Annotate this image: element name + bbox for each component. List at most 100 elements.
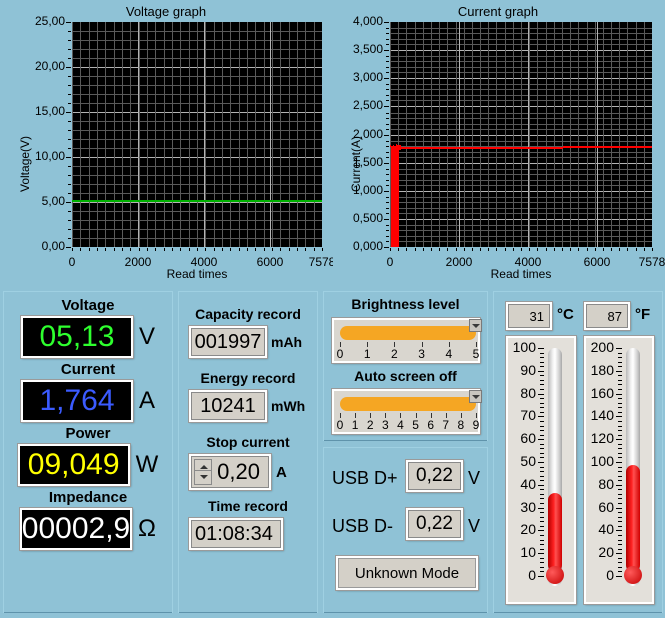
y-axis-tick [66, 22, 71, 23]
current-graph-panel: Current graph Current(A) Read times 0,00… [333, 2, 665, 285]
x-axis-minor-tick [619, 248, 620, 251]
thermometer-minor-tick [540, 475, 544, 477]
thermometer-tick [616, 393, 622, 395]
stop-current-unit: A [276, 464, 287, 481]
time-record-field[interactable]: 01:08:34 [188, 517, 284, 551]
x-axis-minor-tick [130, 248, 131, 251]
thermometer-minor-tick [618, 480, 622, 482]
y-axis-minor-tick [386, 224, 389, 226]
series-segment [396, 144, 399, 247]
thermometer-minor-tick [540, 557, 544, 559]
y-axis-minor-tick [386, 207, 389, 209]
thermometer-minor-tick [540, 480, 544, 482]
thermometer-tick [538, 416, 544, 418]
stop-current-decrement-button[interactable] [194, 470, 212, 485]
x-axis-tick-label: 0 [386, 255, 394, 269]
usb-dplus-value: 0,22 [416, 465, 453, 486]
time-record-label: Time record [208, 498, 288, 514]
thermometer-minor-tick [618, 402, 622, 404]
thermometer-tick-label: 70 [520, 407, 536, 424]
screen-settings-panel: Brightness level 012345 Auto screen off … [323, 291, 488, 441]
brightness-slider[interactable]: 0 1 2 3 4 5 [331, 317, 482, 364]
gridline-vertical-minor [230, 22, 231, 247]
y-axis-minor-tick [386, 44, 389, 46]
thermometer-minor-tick [618, 448, 622, 450]
thermometer-minor-tick [618, 384, 622, 386]
gridline-vertical-minor [480, 22, 481, 247]
stop-current-spinbox[interactable]: 0,20 [188, 453, 272, 491]
series-segment [302, 199, 322, 202]
gridline-vertical-minor [172, 22, 173, 247]
thermometer-minor-tick [618, 434, 622, 436]
thermometer-minor-tick [618, 411, 622, 413]
slider-tick-label: 1 [363, 347, 371, 361]
thermometer-minor-tick [618, 548, 622, 550]
y-axis-tick-label: 20,00 [34, 59, 65, 73]
thermometer-tick-label: 10 [520, 544, 536, 561]
gridline-vertical-minor [570, 22, 571, 247]
gridline-vertical-minor [627, 22, 628, 247]
gridline-vertical-minor [529, 22, 530, 247]
gridline-vertical-minor [406, 22, 407, 247]
x-axis-minor-tick [423, 248, 424, 251]
thermometer-minor-tick [540, 384, 544, 386]
slider-thumb[interactable] [469, 319, 482, 332]
series-segment [236, 199, 270, 202]
x-axis-minor-tick [205, 248, 206, 251]
x-axis-minor-tick [305, 248, 306, 251]
x-axis-minor-tick [72, 248, 73, 251]
x-axis-minor-tick [314, 248, 315, 251]
thermometer-tick [538, 484, 544, 486]
gridline-vertical-minor [130, 22, 131, 247]
capacity-record-field[interactable]: 001997 [188, 325, 268, 359]
capacity-record-label: Capacity record [195, 306, 301, 322]
thermometer-tick-label: 30 [520, 498, 536, 515]
power-readout: 09,049 [16, 443, 131, 487]
auto-screen-off-slider[interactable]: 0123456789 [331, 388, 482, 435]
x-axis-minor-tick [570, 248, 571, 251]
y-axis-minor-tick [68, 121, 71, 122]
gridline-vertical-minor [554, 22, 555, 247]
thermometer-tick-label: 40 [520, 475, 536, 492]
thermometer-tick [616, 484, 622, 486]
thermometer-minor-tick [618, 566, 622, 568]
thermometer-minor-tick [618, 375, 622, 377]
thermometer-tick-label: 0 [528, 567, 536, 583]
y-axis-tick [66, 157, 71, 158]
gridline-vertical-minor [155, 22, 156, 247]
thermometer-minor-tick [540, 407, 544, 409]
celsius-unit-label: °C [557, 306, 574, 323]
x-axis-minor-tick [97, 248, 98, 251]
y-axis-minor-tick [386, 151, 389, 153]
thermometer-tick-label: 20 [598, 544, 614, 561]
x-axis-minor-tick [322, 248, 323, 251]
thermometer-bulb [546, 566, 564, 584]
thermometer-minor-tick [540, 448, 544, 450]
slider-tick-label: 2 [391, 347, 398, 361]
thermometer-minor-tick [618, 398, 622, 400]
thermometer-minor-tick [618, 466, 622, 468]
x-axis-minor-tick [122, 248, 123, 251]
thermometer-minor-tick [540, 366, 544, 368]
thermometer-minor-tick [540, 457, 544, 459]
y-axis-tick-label: 1,500 [352, 155, 383, 169]
y-axis-tick [66, 202, 71, 203]
series-segment [528, 146, 563, 149]
energy-record-field[interactable]: 10241 [188, 389, 268, 423]
gridline-vertical-minor [147, 22, 148, 247]
x-axis-minor-tick [406, 248, 407, 251]
y-axis-minor-tick [386, 33, 389, 35]
slider-thumb[interactable] [469, 390, 482, 403]
usb-mode-button[interactable]: Unknown Mode [335, 555, 479, 591]
thermometer-tick-label: 60 [598, 498, 614, 515]
y-axis-minor-tick [386, 179, 389, 181]
impedance-readout-unit: Ω [138, 514, 156, 542]
y-axis-minor-tick [386, 241, 389, 243]
y-axis-tick-label: 15,00 [34, 104, 65, 118]
gridline-vertical [597, 22, 598, 247]
x-axis-minor-tick [164, 248, 165, 251]
stop-current-stepper[interactable] [194, 459, 212, 485]
y-axis-minor-tick [68, 238, 71, 239]
series-segment [88, 199, 105, 202]
thermometer-minor-tick [618, 521, 622, 523]
